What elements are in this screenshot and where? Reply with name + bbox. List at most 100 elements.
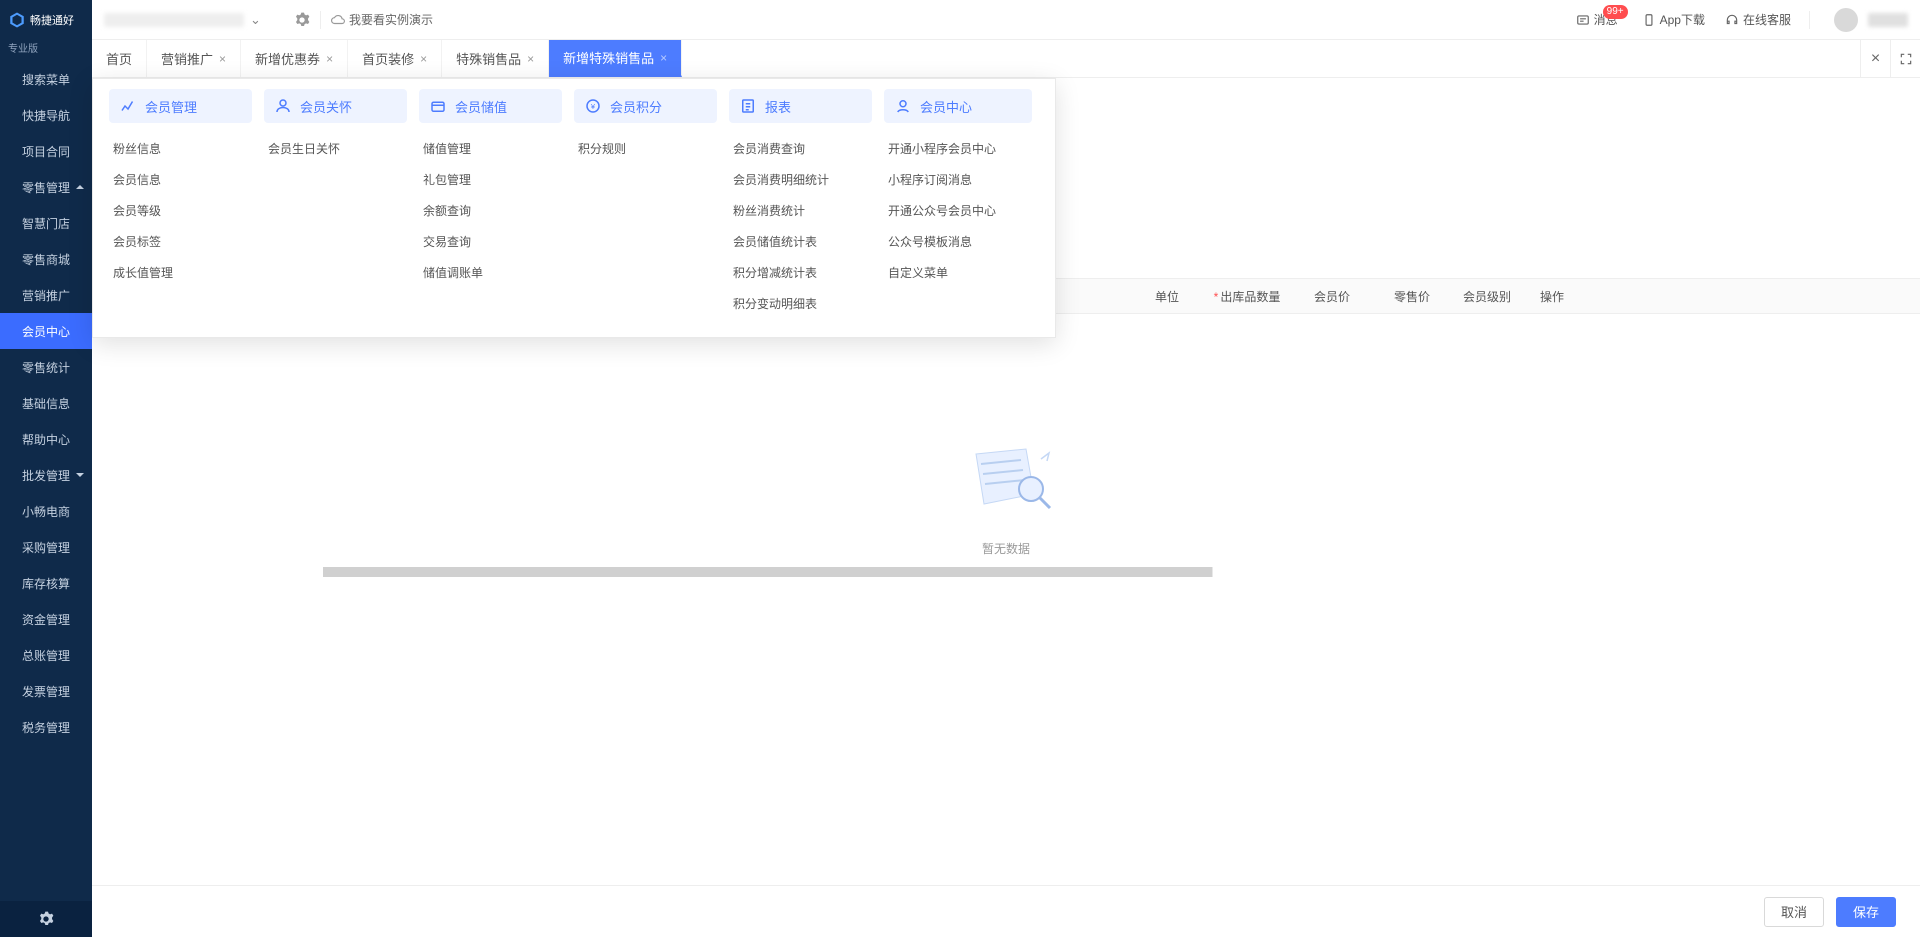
settings-icon[interactable] (294, 12, 310, 28)
org-selector[interactable]: ⌄ (104, 12, 284, 28)
tab-close-all[interactable]: × (1860, 40, 1890, 77)
mega-col-reports: 报表 会员消费查询 会员消费明细统计 粉丝消费统计 会员储值统计表 积分增减统计… (723, 89, 878, 319)
horizontal-scrollbar[interactable] (212, 567, 1800, 577)
topbar-message[interactable]: 消息 99+ (1576, 11, 1618, 28)
mega-link[interactable]: 会员生日关怀 (264, 133, 407, 164)
sidebar-inventory[interactable]: 库存核算 (0, 565, 92, 601)
app-label: App下载 (1660, 11, 1705, 28)
mega-menu: 会员管理 粉丝信息 会员信息 会员等级 会员标签 成长值管理 会员关怀 会员生日… (92, 78, 1056, 338)
sidebar-invoice[interactable]: 发票管理 (0, 673, 92, 709)
mega-link[interactable]: 余额查询 (419, 195, 562, 226)
topbar-service[interactable]: 在线客服 (1725, 11, 1791, 28)
mega-link[interactable]: 会员储值统计表 (729, 226, 872, 257)
mega-title: 会员关怀 (300, 97, 352, 116)
sidebar-retail-child-3[interactable]: 会员中心 (0, 313, 92, 349)
mega-link[interactable]: 会员标签 (109, 226, 252, 257)
divider (320, 11, 321, 29)
sidebar-retail[interactable]: 零售管理 (0, 169, 92, 205)
cancel-button[interactable]: 取消 (1764, 897, 1824, 927)
mega-link[interactable]: 粉丝信息 (109, 133, 252, 164)
sidebar-settings[interactable] (0, 901, 92, 937)
mega-head: 报表 (729, 89, 872, 123)
chart-icon (119, 97, 137, 115)
close-icon[interactable]: × (527, 52, 534, 66)
mega-link[interactable]: 会员信息 (109, 164, 252, 195)
mega-col-member-care: 会员关怀 会员生日关怀 (258, 89, 413, 319)
sidebar-retail-child-1[interactable]: 零售商城 (0, 241, 92, 277)
sidebar-xiaochang[interactable]: 小畅电商 (0, 493, 92, 529)
tab-decor[interactable]: 首页装修× (348, 40, 442, 77)
tab-marketing[interactable]: 营销推广 × (147, 40, 241, 77)
sidebar-tax[interactable]: 税务管理 (0, 709, 92, 745)
mega-title: 会员管理 (145, 97, 197, 116)
tab-label: 营销推广 (161, 49, 213, 68)
tab-strip: 首页 营销推广 × 新增优惠券 × 首页装修× 特殊销售品 × 新增特殊销售品 × × (92, 40, 1920, 78)
mega-link[interactable]: 会员消费明细统计 (729, 164, 872, 195)
close-icon[interactable]: × (420, 52, 427, 66)
gear-icon (38, 911, 54, 927)
mega-link[interactable]: 开通公众号会员中心 (884, 195, 1032, 226)
mega-link[interactable]: 积分规则 (574, 133, 717, 164)
close-icon[interactable]: × (326, 52, 333, 66)
mega-link[interactable]: 粉丝消费统计 (729, 195, 872, 226)
brand-edition: 专业版 (0, 40, 92, 55)
avatar[interactable] (1834, 8, 1858, 32)
tab-label: 首页 (106, 49, 132, 68)
mega-title: 报表 (765, 97, 791, 116)
logo: 畅捷通好 (0, 0, 92, 40)
sidebar: 畅捷通好 专业版 搜索菜单 快捷导航 项目合同 零售管理 智慧门店 零售商城 营… (0, 0, 92, 937)
empty-illustration (946, 434, 1066, 524)
mega-title: 会员积分 (610, 97, 662, 116)
phone-icon (1642, 13, 1656, 27)
member-icon (894, 97, 912, 115)
tab-label: 新增优惠券 (255, 49, 320, 68)
topbar-app[interactable]: App下载 (1642, 11, 1705, 28)
close-icon[interactable]: × (660, 51, 667, 65)
mega-link[interactable]: 会员消费查询 (729, 133, 872, 164)
sidebar-retail-child-0[interactable]: 智慧门店 (0, 205, 92, 241)
th-member-price: 会员价 (1292, 288, 1372, 305)
tab-special[interactable]: 特殊销售品 × (442, 40, 549, 77)
sidebar-retail-child-2[interactable]: 营销推广 (0, 277, 92, 313)
save-button[interactable]: 保存 (1836, 897, 1896, 927)
sidebar-retail-child-4[interactable]: 零售统计 (0, 349, 92, 385)
mega-link[interactable]: 储值管理 (419, 133, 562, 164)
message-icon (1576, 13, 1590, 27)
mega-link[interactable]: 储值调账单 (419, 257, 562, 288)
sidebar-project[interactable]: 项目合同 (0, 133, 92, 169)
mega-link[interactable]: 会员等级 (109, 195, 252, 226)
mega-col-member-deposit: 会员储值 储值管理 礼包管理 余额查询 交易查询 储值调账单 (413, 89, 568, 319)
sidebar-quicknav[interactable]: 快捷导航 (0, 97, 92, 133)
mega-link[interactable]: 公众号模板消息 (884, 226, 1032, 257)
mega-link[interactable]: 自定义菜单 (884, 257, 1032, 288)
tab-fullscreen[interactable] (1890, 40, 1920, 77)
sidebar-search[interactable]: 搜索菜单 (0, 61, 92, 97)
sidebar-wholesale[interactable]: 批发管理 (0, 457, 92, 493)
mega-link[interactable]: 成长值管理 (109, 257, 252, 288)
sidebar-ledger[interactable]: 总账管理 (0, 637, 92, 673)
demo-link[interactable]: 我要看实例演示 (331, 11, 433, 28)
close-icon[interactable]: × (219, 52, 226, 66)
mega-link[interactable]: 小程序订阅消息 (884, 164, 1032, 195)
mega-col-member-points: ¥ 会员积分 积分规则 (568, 89, 723, 319)
message-badge: 99+ (1603, 5, 1628, 19)
headset-icon (1725, 13, 1739, 27)
mega-link[interactable]: 开通小程序会员中心 (884, 133, 1032, 164)
sidebar-retail-child-6[interactable]: 帮助中心 (0, 421, 92, 457)
sidebar-fund[interactable]: 资金管理 (0, 601, 92, 637)
tab-label: 新增特殊销售品 (563, 48, 654, 67)
tab-coupon[interactable]: 新增优惠券 × (241, 40, 348, 77)
brand-icon (8, 11, 26, 29)
user-name (1868, 13, 1908, 27)
coin-icon: ¥ (584, 97, 602, 115)
tab-home[interactable]: 首页 (92, 40, 147, 77)
tab-new-special[interactable]: 新增特殊销售品 × (549, 40, 682, 77)
tab-label: 特殊销售品 (456, 49, 521, 68)
sidebar-purchase[interactable]: 采购管理 (0, 529, 92, 565)
sidebar-retail-child-5[interactable]: 基础信息 (0, 385, 92, 421)
mega-link[interactable]: 交易查询 (419, 226, 562, 257)
mega-link[interactable]: 积分变动明细表 (729, 288, 872, 319)
brand-name: 畅捷通好 (30, 12, 74, 28)
mega-link[interactable]: 积分增减统计表 (729, 257, 872, 288)
mega-link[interactable]: 礼包管理 (419, 164, 562, 195)
